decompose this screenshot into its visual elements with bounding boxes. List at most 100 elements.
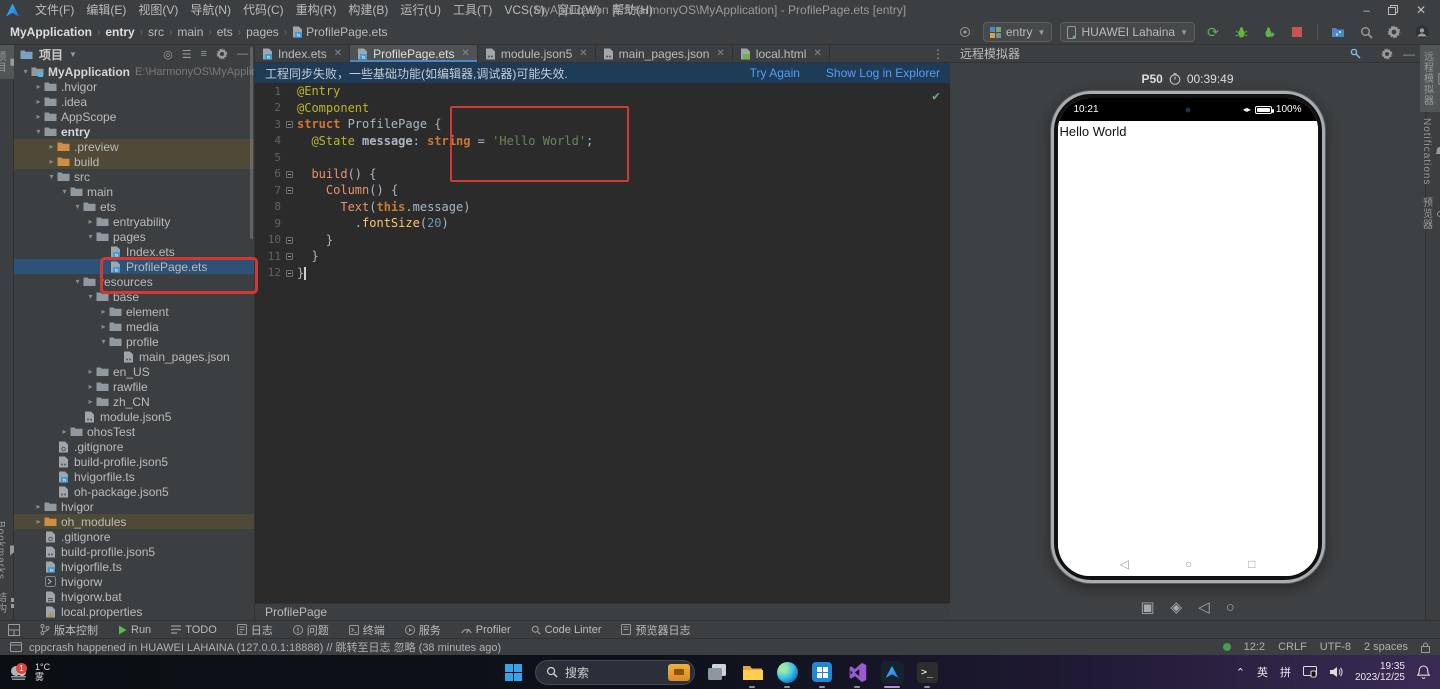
toolwindow-Code Linter[interactable]: Code Linter: [531, 622, 601, 638]
screenshot-icon[interactable]: ▣: [1140, 598, 1154, 616]
menu-编辑(E)[interactable]: 编辑(E): [80, 0, 132, 20]
tree-row[interactable]: ts hvigorfile.ts: [14, 559, 254, 574]
expanded-arrow-icon[interactable]: ▾: [20, 67, 31, 76]
minimize-button[interactable]: –: [1363, 0, 1370, 20]
stop-button[interactable]: [1287, 22, 1307, 42]
tree-row[interactable]: ▾ MyApplication E:\HarmonyOS\MyApplication: [14, 64, 254, 79]
tree-row[interactable]: ▾ entry: [14, 124, 254, 139]
taskbar-search[interactable]: 搜索: [535, 659, 695, 685]
menu-文件(F)[interactable]: 文件(F): [29, 0, 80, 20]
tab-module.json5[interactable]: module.json5 ✕: [478, 45, 596, 62]
collapsed-arrow-icon[interactable]: ▸: [33, 112, 44, 121]
toolwindow-版本控制[interactable]: 版本控制: [40, 622, 98, 638]
tab-close-icon[interactable]: ✕: [461, 48, 469, 59]
collapsed-arrow-icon[interactable]: ▸: [33, 97, 44, 106]
tree-row[interactable]: ▸ hvigor: [14, 499, 254, 514]
line-separator[interactable]: CRLF: [1278, 641, 1307, 653]
expanded-arrow-icon[interactable]: ▾: [72, 202, 83, 211]
taskbar-app-taskview[interactable]: [704, 659, 730, 685]
tree-row[interactable]: ▾ src: [14, 169, 254, 184]
fold-marker-icon[interactable]: [281, 167, 297, 181]
tray-expand-icon[interactable]: ⌃: [1236, 666, 1245, 679]
tree-row[interactable]: module.json5: [14, 409, 254, 424]
breadcrumb-item[interactable]: ts ProfilePage.ets: [290, 25, 389, 39]
collapsed-arrow-icon[interactable]: ▸: [98, 307, 109, 316]
toolwindow-switcher-icon[interactable]: [8, 623, 20, 636]
tree-row[interactable]: ▾ profile: [14, 334, 254, 349]
taskbar-app-edge[interactable]: [774, 659, 800, 688]
breadcrumb-item[interactable]: pages: [244, 25, 281, 39]
tree-row[interactable]: ▸ .preview: [14, 139, 254, 154]
collapsed-arrow-icon[interactable]: ▸: [85, 397, 96, 406]
collapsed-arrow-icon[interactable]: ▸: [46, 157, 57, 166]
tab-Index.ets[interactable]: ts Index.ets ✕: [255, 45, 351, 62]
device-file-browser-icon[interactable]: [1328, 22, 1348, 42]
tree-row[interactable]: ▸ ohosTest: [14, 424, 254, 439]
phone-recents-icon[interactable]: □: [1248, 557, 1255, 571]
readonly-lock-icon[interactable]: [1421, 642, 1430, 653]
toolwindow-Run[interactable]: Run: [118, 622, 151, 638]
rotate-icon[interactable]: ◈: [1171, 598, 1183, 616]
menu-构建(B)[interactable]: 构建(B): [342, 0, 394, 20]
tree-row[interactable]: ▾ base: [14, 289, 254, 304]
breadcrumb-item[interactable]: MyApplication: [8, 25, 94, 39]
tree-row[interactable]: local.properties: [14, 604, 254, 619]
collapsed-arrow-icon[interactable]: ▸: [33, 82, 44, 91]
collapse-all-icon[interactable]: ☰: [182, 48, 192, 61]
toolwindow-问题[interactable]: 问题: [292, 622, 329, 638]
phone-home-icon[interactable]: ○: [1185, 557, 1192, 571]
expanded-arrow-icon[interactable]: ▾: [33, 127, 44, 136]
notification-bell-icon[interactable]: [1417, 665, 1430, 679]
show-log-link[interactable]: Show Log in Explorer: [826, 66, 940, 80]
tab-close-icon[interactable]: ✕: [334, 48, 342, 59]
collapsed-arrow-icon[interactable]: ▸: [85, 217, 96, 226]
tree-row[interactable]: build-profile.json5: [14, 454, 254, 469]
toolwindow-日志[interactable]: 日志: [236, 622, 273, 638]
emulator-home-icon[interactable]: ○: [1226, 599, 1235, 616]
tree-row[interactable]: ▸ en_US: [14, 364, 254, 379]
tree-row[interactable]: ts Index.ets: [14, 244, 254, 259]
breadcrumb-item[interactable]: main: [175, 25, 205, 39]
try-again-link[interactable]: Try Again: [750, 66, 800, 80]
tree-row[interactable]: ▸ .hvigor: [14, 79, 254, 94]
collapsed-arrow-icon[interactable]: ▸: [59, 427, 70, 436]
phone-screen[interactable]: 10:21 ◂▸ 100% Hello World ◁ ○ □: [1057, 98, 1318, 576]
tree-row[interactable]: build-profile.json5: [14, 544, 254, 559]
tree-row[interactable]: hvigorw: [14, 574, 254, 589]
tree-row[interactable]: ts ProfilePage.ets: [14, 259, 254, 274]
tree-row[interactable]: oh-package.json5: [14, 484, 254, 499]
breadcrumb-item[interactable]: ets: [215, 25, 235, 39]
expand-all-icon[interactable]: ≡: [201, 48, 207, 60]
emulator-back-icon[interactable]: ◁: [1198, 598, 1210, 616]
taskbar-app-explorer[interactable]: [739, 659, 765, 688]
collapsed-arrow-icon[interactable]: ▸: [98, 322, 109, 331]
expanded-arrow-icon[interactable]: ▾: [98, 337, 109, 346]
menu-视图(V)[interactable]: 视图(V): [132, 0, 184, 20]
project-scrollbar[interactable]: [250, 47, 253, 239]
tree-row[interactable]: ▾ resources: [14, 274, 254, 289]
collapsed-arrow-icon[interactable]: ▸: [46, 142, 57, 151]
ime-lang-indicator[interactable]: 英: [1257, 664, 1268, 680]
tree-row[interactable]: .gitignore: [14, 529, 254, 544]
event-log-icon[interactable]: [10, 642, 22, 652]
taskbar-app-visualstudio[interactable]: [844, 659, 870, 688]
search-everywhere-icon[interactable]: [1356, 22, 1376, 42]
tree-row[interactable]: main_pages.json: [14, 349, 254, 364]
toolstrip-远程模拟器[interactable]: 远程模拟器: [1419, 45, 1440, 112]
tree-row[interactable]: ▸ rawfile: [14, 379, 254, 394]
tab-close-icon[interactable]: ✕: [813, 48, 821, 59]
collapsed-arrow-icon[interactable]: ▸: [33, 502, 44, 511]
tree-row[interactable]: ▸ build: [14, 154, 254, 169]
breadcrumb-item[interactable]: src: [146, 25, 166, 39]
weather-widget[interactable]: 1 1°C 雾: [0, 662, 50, 682]
device-select[interactable]: HUAWEI Lahaina ▼: [1060, 22, 1195, 42]
tree-row[interactable]: .gitignore: [14, 439, 254, 454]
menu-代码(C)[interactable]: 代码(C): [237, 0, 290, 20]
tab-local.html[interactable]: local.html ✕: [733, 45, 830, 62]
close-button[interactable]: ✕: [1416, 0, 1426, 20]
toolstrip-预览器[interactable]: 预览器: [1419, 191, 1440, 236]
toolwindow-预览器日志[interactable]: 预览器日志: [621, 622, 690, 638]
taskbar-app-store[interactable]: [809, 659, 835, 688]
taskbar-app-terminal[interactable]: >_: [914, 659, 940, 688]
pin-icon[interactable]: [1350, 48, 1361, 59]
